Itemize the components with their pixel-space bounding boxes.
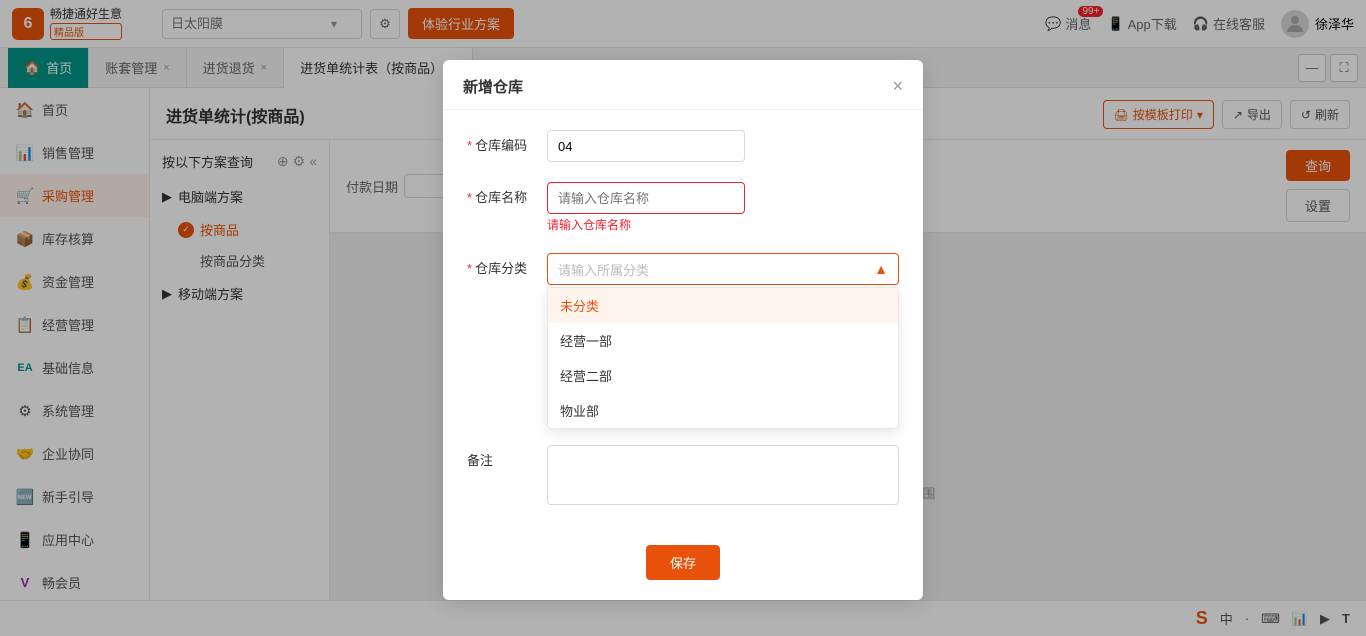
code-input-wrap [547,130,899,162]
note-textarea[interactable] [547,445,899,505]
name-input[interactable] [547,182,745,214]
dialog-new-warehouse: 新增仓库 × 仓库编码 仓库名称 请输入仓库名称 [443,60,923,600]
dialog-body: 仓库编码 仓库名称 请输入仓库名称 仓库分类 [443,110,923,545]
category-dropdown-trigger[interactable]: 请输入所属分类 ▲ [547,253,899,285]
category-placeholder: 请输入所属分类 [558,260,649,279]
category-option-3[interactable]: 物业部 [548,393,898,428]
dialog-close-btn[interactable]: × [892,76,903,97]
code-label: 仓库编码 [467,130,547,162]
form-row-note: 备注 [467,445,899,505]
dialog-footer: 保存 [443,545,923,580]
category-option-1[interactable]: 经营一部 [548,323,898,358]
category-dropdown-wrap: 请输入所属分类 ▲ 未分类 经营一部 经营二部 物业部 [547,253,899,285]
save-btn[interactable]: 保存 [646,545,720,580]
category-option-0[interactable]: 未分类 [548,288,898,323]
note-label: 备注 [467,445,547,477]
form-row-name: 仓库名称 请输入仓库名称 [467,182,899,233]
dialog-header: 新增仓库 × [443,60,923,110]
name-input-wrap [547,182,899,214]
category-dropdown-list: 未分类 经营一部 经营二部 物业部 [547,287,899,429]
name-error-msg: 请输入仓库名称 [547,216,631,233]
category-arrow-up-icon: ▲ [874,261,888,277]
code-input[interactable] [547,130,745,162]
dialog-title: 新增仓库 [463,76,523,97]
modal-overlay: 新增仓库 × 仓库编码 仓库名称 请输入仓库名称 [0,0,1366,636]
category-label: 仓库分类 [467,253,547,285]
name-label: 仓库名称 [467,182,547,214]
form-row-category: 仓库分类 请输入所属分类 ▲ 未分类 经营一部 经营二部 物业部 [467,253,899,285]
form-row-code: 仓库编码 [467,130,899,162]
category-option-2[interactable]: 经营二部 [548,358,898,393]
